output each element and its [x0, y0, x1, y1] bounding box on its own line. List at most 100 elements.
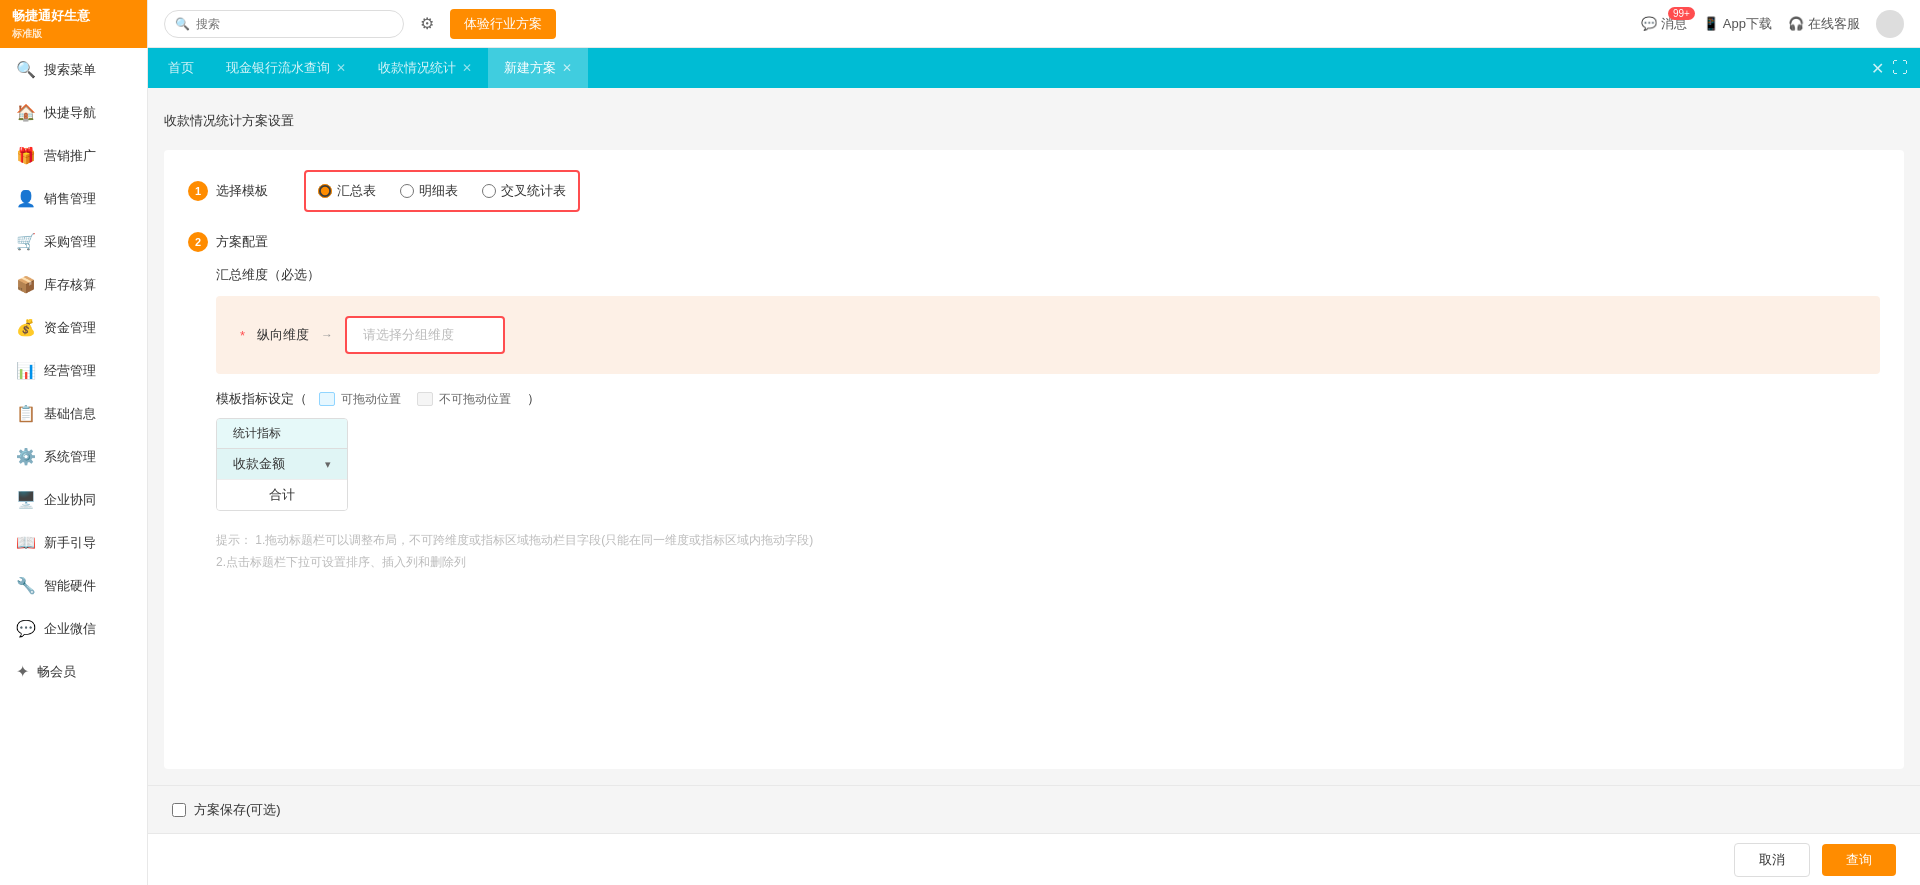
radio-detail-label: 明细表: [419, 182, 458, 200]
sidebar-item-sales[interactable]: 👤 销售管理: [0, 177, 147, 220]
sidebar-item-inventory[interactable]: 📦 库存核算: [0, 263, 147, 306]
radio-summary[interactable]: 汇总表: [318, 182, 376, 200]
sidebar-item-hardware[interactable]: 🔧 智能硬件: [0, 564, 147, 607]
sidebar-item-purchase[interactable]: 🛒 采购管理: [0, 220, 147, 263]
tab-home-label: 首页: [168, 59, 194, 77]
app-icon: 📱: [1703, 16, 1719, 31]
sidebar-item-operation[interactable]: 📊 经营管理: [0, 349, 147, 392]
sidebar-item-label: 销售管理: [44, 190, 96, 208]
tool-icon: 🔧: [16, 576, 36, 595]
gift-icon: 🎁: [16, 146, 36, 165]
app-label: App下载: [1723, 15, 1772, 33]
save-checkbox[interactable]: [172, 803, 186, 817]
dimension-select[interactable]: 请选择分组维度: [345, 316, 505, 354]
radio-detail-input[interactable]: [400, 184, 414, 198]
book-icon: 📖: [16, 533, 36, 552]
close-window-icon[interactable]: ✕: [1871, 59, 1884, 78]
chevron-down-icon: ▾: [325, 458, 331, 471]
sidebar-item-wechat[interactable]: 💬 企业微信: [0, 607, 147, 650]
tab-bar: 首页 现金银行流水查询 ✕ 收款情况统计 ✕ 新建方案 ✕ ✕ ⛶: [148, 48, 1920, 88]
indicator-legend: 可拖动位置 不可拖动位置 ）: [319, 390, 540, 408]
logo-edition: 标准版: [12, 27, 90, 41]
radio-cross[interactable]: 交叉统计表: [482, 182, 566, 200]
sidebar-item-label: 资金管理: [44, 319, 96, 337]
sidebar: 畅捷通好生意 标准版 🔍 搜索菜单 🏠 快捷导航 🎁 营销推广 👤 销售管理 🛒…: [0, 0, 148, 885]
message-icon: 💬: [1641, 16, 1657, 31]
bottom-save-bar: 方案保存(可选): [148, 785, 1920, 833]
tab-home[interactable]: 首页: [152, 48, 210, 88]
sidebar-item-newguide[interactable]: 📖 新手引导: [0, 521, 147, 564]
sidebar-item-label: 新手引导: [44, 534, 96, 552]
sidebar-item-member[interactable]: ✦ 畅会员: [0, 650, 147, 693]
sidebar-item-label: 采购管理: [44, 233, 96, 251]
radio-summary-input[interactable]: [318, 184, 332, 198]
clipboard-icon: 📋: [16, 404, 36, 423]
message-button[interactable]: 💬 消息 99+: [1641, 15, 1687, 33]
logo-text: 畅捷通好生意: [12, 7, 90, 25]
tab-collection-stat[interactable]: 收款情况统计 ✕: [362, 48, 488, 88]
step2-num: 2: [188, 232, 208, 252]
sidebar-item-label: 搜索菜单: [44, 61, 96, 79]
query-button[interactable]: 查询: [1822, 844, 1896, 876]
page-title: 收款情况统计方案设置: [164, 104, 1904, 138]
arrow-right-icon: →: [321, 328, 333, 342]
draggable-label: 可拖动位置: [341, 391, 401, 408]
sidebar-item-search[interactable]: 🔍 搜索菜单: [0, 48, 147, 91]
sidebar-item-enterprise[interactable]: 🖥️ 企业协同: [0, 478, 147, 521]
sidebar-item-basic[interactable]: 📋 基础信息: [0, 392, 147, 435]
tab-new-scheme-close[interactable]: ✕: [562, 61, 572, 75]
tab-bank-flow[interactable]: 现金银行流水查询 ✕: [210, 48, 362, 88]
cancel-button[interactable]: 取消: [1734, 843, 1810, 877]
user-avatar[interactable]: [1876, 10, 1904, 38]
radio-summary-label: 汇总表: [337, 182, 376, 200]
sidebar-logo: 畅捷通好生意 标准版: [0, 0, 147, 48]
radio-cross-input[interactable]: [482, 184, 496, 198]
settings-icon[interactable]: ⚙: [420, 14, 434, 33]
sidebar-item-marketing[interactable]: 🎁 营销推广: [0, 134, 147, 177]
header-search-box[interactable]: 🔍: [164, 10, 404, 38]
app-download-button[interactable]: 📱 App下载: [1703, 15, 1772, 33]
tab-new-scheme[interactable]: 新建方案 ✕: [488, 48, 588, 88]
tip-text-1: 提示： 1.拖动标题栏可以调整布局，不可跨维度或指标区域拖动栏目字段(只能在同一…: [216, 530, 1880, 552]
window-controls: ✕ ⛶: [1871, 59, 1916, 78]
search-icon: 🔍: [16, 60, 36, 79]
fixed-box: [417, 392, 433, 406]
stats-cell-amount[interactable]: 收款金额 ▾: [217, 449, 347, 479]
header-actions: 💬 消息 99+ 📱 App下载 🎧 在线客服: [1641, 10, 1904, 38]
tab-bank-flow-close[interactable]: ✕: [336, 61, 346, 75]
step2-label: 方案配置: [216, 233, 268, 251]
money-icon: 💰: [16, 318, 36, 337]
step1-num: 1: [188, 181, 208, 201]
search-input[interactable]: [196, 17, 393, 31]
step1-section: 1 选择模板 汇总表 明细表: [188, 170, 1880, 212]
step1-label: 选择模板: [216, 182, 268, 200]
message-badge: 99+: [1668, 7, 1695, 20]
indicator-settings-label: 模板指标设定（: [216, 390, 307, 408]
trial-button[interactable]: 体验行业方案: [450, 9, 556, 39]
vertical-dim-label: 纵向维度: [257, 326, 309, 344]
maximize-icon[interactable]: ⛶: [1892, 59, 1908, 78]
cart-icon: 🛒: [16, 232, 36, 251]
sidebar-item-system[interactable]: ⚙️ 系统管理: [0, 435, 147, 478]
chat-icon: 💬: [16, 619, 36, 638]
sidebar-item-quick-nav[interactable]: 🏠 快捷导航: [0, 91, 147, 134]
sidebar-item-label: 快捷导航: [44, 104, 96, 122]
stats-table: 统计指标 收款金额 ▾ 合计: [216, 418, 348, 511]
tips-section: 提示： 1.拖动标题栏可以调整布局，不可跨维度或指标区域拖动栏目字段(只能在同一…: [216, 530, 1880, 573]
tab-collection-stat-close[interactable]: ✕: [462, 61, 472, 75]
home-icon: 🏠: [16, 103, 36, 122]
online-service-button[interactable]: 🎧 在线客服: [1788, 15, 1860, 33]
dimension-row: * 纵向维度 → 请选择分组维度: [240, 316, 1856, 354]
sidebar-item-capital[interactable]: 💰 资金管理: [0, 306, 147, 349]
service-label: 在线客服: [1808, 15, 1860, 33]
indicator-desc: 模板指标设定（ 可拖动位置 不可拖动位置 ）: [216, 390, 1880, 408]
draggable-box: [319, 392, 335, 406]
footer-bar: 取消 查询: [148, 833, 1920, 885]
search-icon-header: 🔍: [175, 17, 190, 31]
radio-detail[interactable]: 明细表: [400, 182, 458, 200]
user-icon: 👤: [16, 189, 36, 208]
sidebar-item-label: 库存核算: [44, 276, 96, 294]
sidebar-item-label: 基础信息: [44, 405, 96, 423]
required-star: *: [240, 328, 245, 343]
legend-fixed: 不可拖动位置: [417, 391, 511, 408]
